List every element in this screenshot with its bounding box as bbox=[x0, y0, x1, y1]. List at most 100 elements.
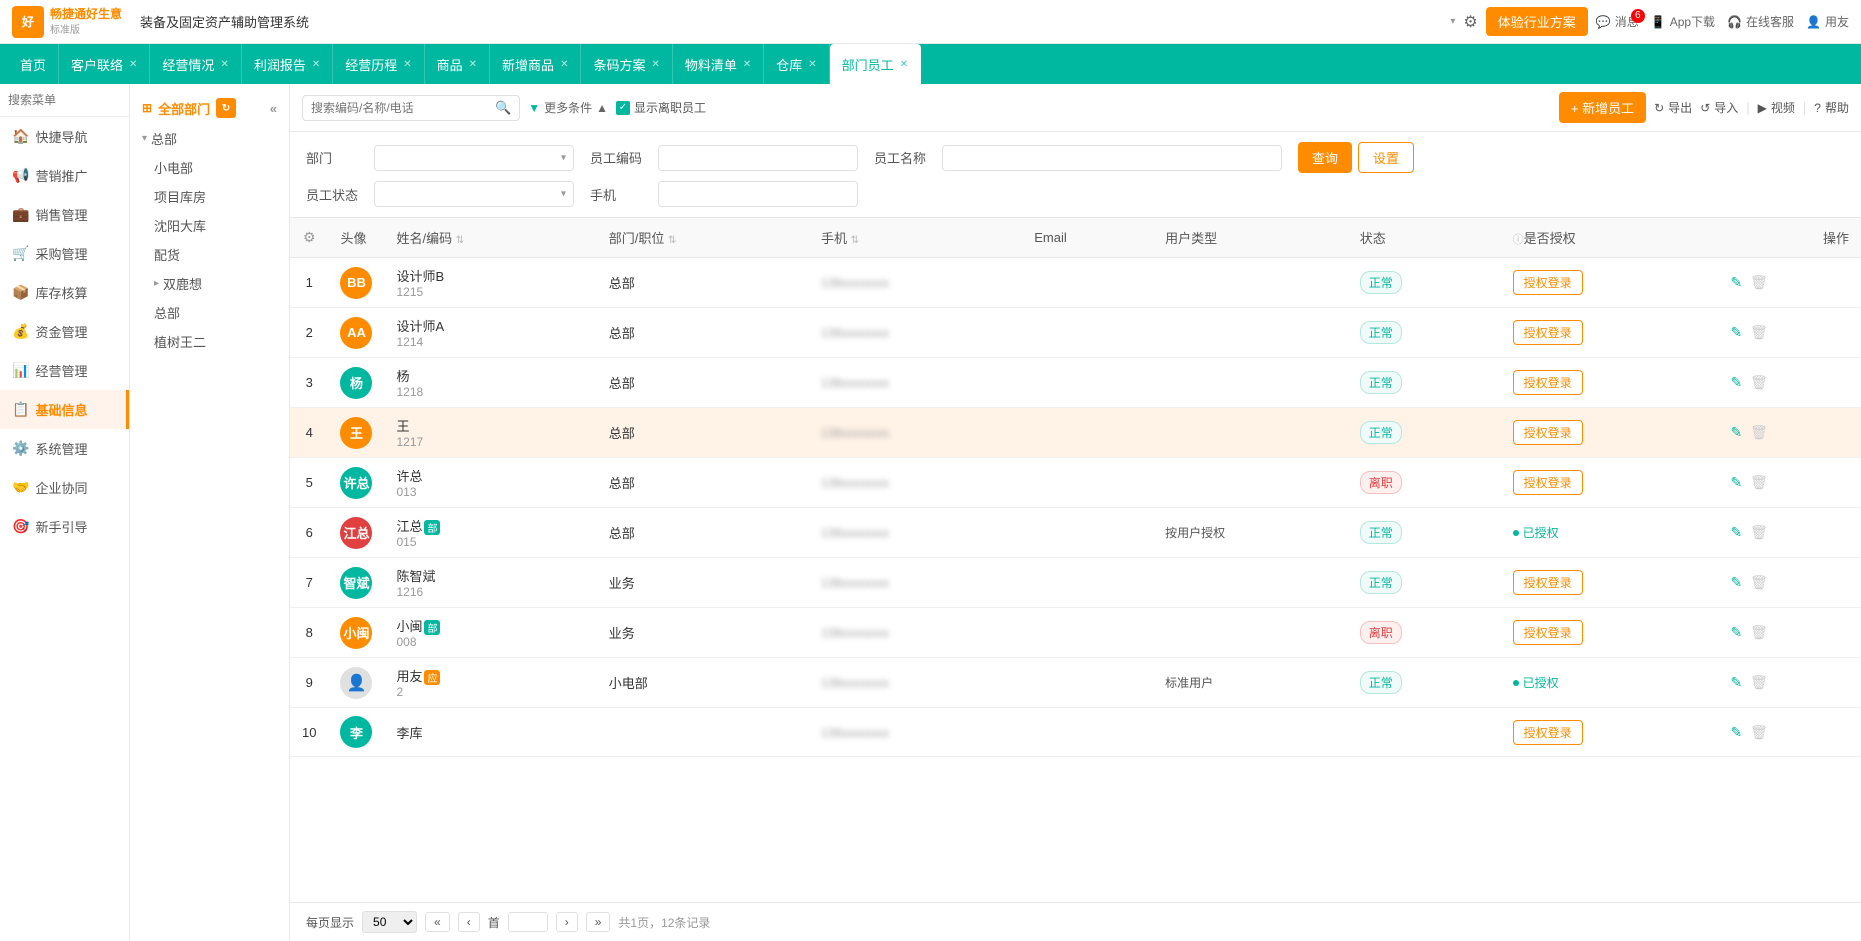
per-page-select[interactable]: 50 100 bbox=[362, 911, 417, 933]
tab-bom[interactable]: 物料清单✕ bbox=[673, 44, 764, 84]
emp-name-input[interactable] bbox=[942, 145, 1282, 171]
export-button[interactable]: ↻ 导出 bbox=[1654, 99, 1692, 116]
auth-login-button[interactable]: 授权登录 bbox=[1513, 570, 1583, 595]
auth-login-button[interactable]: 授权登录 bbox=[1513, 320, 1583, 345]
settings-col-header[interactable]: ⚙ bbox=[290, 218, 328, 258]
close-icon[interactable]: ✕ bbox=[403, 59, 411, 70]
auth-login-button[interactable]: 授权登录 bbox=[1513, 270, 1583, 295]
delete-button[interactable]: 🗑 bbox=[1750, 374, 1768, 391]
sidebar-item-collaboration[interactable]: 🤝企业协同 bbox=[0, 468, 129, 507]
sidebar-item-guide[interactable]: 🎯新手引导 bbox=[0, 507, 129, 546]
edit-button[interactable]: ✎ bbox=[1730, 324, 1742, 341]
close-icon[interactable]: ✕ bbox=[312, 59, 320, 70]
auth-login-button[interactable]: 授权登录 bbox=[1513, 370, 1583, 395]
tab-operations[interactable]: 经营情况✕ bbox=[150, 44, 241, 84]
sidebar-item-marketing[interactable]: 📢营销推广 bbox=[0, 156, 129, 195]
more-filter-button[interactable]: ▼ 更多条件 ▲ bbox=[528, 99, 608, 116]
dept-node-xiangmu[interactable]: 项目库房 bbox=[130, 182, 289, 211]
delete-button[interactable]: 🗑 bbox=[1750, 624, 1768, 641]
view-button[interactable]: ▶ 视频 bbox=[1758, 99, 1795, 116]
delete-button[interactable]: 🗑 bbox=[1750, 424, 1768, 441]
settings-icon[interactable]: ⚙ bbox=[303, 229, 316, 245]
name-col-header[interactable]: 姓名/编码 ⇅ bbox=[384, 218, 596, 258]
auth-login-button[interactable]: 授权登录 bbox=[1513, 420, 1583, 445]
sidebar-search-input[interactable] bbox=[8, 93, 130, 107]
sidebar-item-inventory[interactable]: 📦库存核算 bbox=[0, 273, 129, 312]
tab-goods[interactable]: 商品✕ bbox=[425, 44, 490, 84]
tab-dept-employee[interactable]: 部门员工✕ bbox=[830, 44, 921, 84]
delete-button[interactable]: 🗑 bbox=[1750, 274, 1768, 291]
dept-node-xiaodian[interactable]: 小电部 bbox=[130, 153, 289, 182]
sidebar-item-operations[interactable]: 📊经营管理 bbox=[0, 351, 129, 390]
auth-login-button[interactable]: 授权登录 bbox=[1513, 620, 1583, 645]
dept-node-peihuo[interactable]: 配货 bbox=[130, 240, 289, 269]
message-button[interactable]: 💬 消息 6 bbox=[1596, 13, 1639, 30]
tab-profit[interactable]: 利润报告✕ bbox=[242, 44, 333, 84]
close-icon[interactable]: ✕ bbox=[469, 59, 477, 70]
tab-barcode[interactable]: 条码方案✕ bbox=[581, 44, 672, 84]
edit-button[interactable]: ✎ bbox=[1730, 574, 1742, 591]
close-icon[interactable]: ✕ bbox=[651, 59, 659, 70]
emp-status-select[interactable] bbox=[374, 181, 574, 207]
trial-button[interactable]: 体验行业方案 bbox=[1486, 7, 1588, 36]
edit-button[interactable]: ✎ bbox=[1730, 724, 1742, 741]
sidebar-item-quick-nav[interactable]: 🏠快捷导航 bbox=[0, 117, 129, 156]
edit-button[interactable]: ✎ bbox=[1730, 674, 1742, 691]
sidebar-item-purchase[interactable]: 🛒采购管理 bbox=[0, 234, 129, 273]
sys-title-chevron-icon[interactable]: ▾ bbox=[1450, 16, 1455, 27]
user-button[interactable]: 👤 用友 bbox=[1806, 13, 1849, 30]
tab-customer[interactable]: 客户联络✕ bbox=[59, 44, 150, 84]
settings-button[interactable]: ⚙ bbox=[1463, 12, 1477, 32]
auth-login-button[interactable]: 授权登录 bbox=[1513, 720, 1583, 745]
online-service-button[interactable]: 🎧 在线客服 bbox=[1727, 13, 1794, 30]
emp-code-input[interactable] bbox=[658, 145, 858, 171]
set-button[interactable]: 设置 bbox=[1358, 142, 1414, 173]
show-resigned-toggle[interactable]: ✓ 显示离职员工 bbox=[616, 99, 706, 116]
dept-node-zongbu[interactable]: ▾ 总部 bbox=[130, 124, 289, 153]
close-icon[interactable]: ✕ bbox=[560, 59, 568, 70]
delete-button[interactable]: 🗑 bbox=[1750, 324, 1768, 341]
query-button[interactable]: 查询 bbox=[1298, 142, 1352, 173]
delete-button[interactable]: 🗑 bbox=[1750, 724, 1768, 741]
edit-button[interactable]: ✎ bbox=[1730, 274, 1742, 291]
dept-node-zongbu2[interactable]: 总部 bbox=[130, 298, 289, 327]
dept-node-zhishu[interactable]: 植树王二 bbox=[130, 327, 289, 356]
dept-node-shuanglu[interactable]: ▸ 双鹿想 bbox=[130, 269, 289, 298]
delete-button[interactable]: 🗑 bbox=[1750, 474, 1768, 491]
phone-col-header[interactable]: 手机 ⇅ bbox=[809, 218, 1022, 258]
delete-button[interactable]: 🗑 bbox=[1750, 674, 1768, 691]
dept-refresh-button[interactable]: ↻ bbox=[216, 98, 236, 118]
close-icon[interactable]: ✕ bbox=[743, 59, 751, 70]
close-icon[interactable]: ✕ bbox=[900, 59, 908, 70]
dept-select[interactable] bbox=[374, 145, 574, 171]
edit-button[interactable]: ✎ bbox=[1730, 474, 1742, 491]
help-button[interactable]: ? 帮助 bbox=[1814, 99, 1849, 116]
sidebar-item-sales[interactable]: 💼销售管理 bbox=[0, 195, 129, 234]
dept-col-header[interactable]: 部门/职位 ⇅ bbox=[597, 218, 809, 258]
search-input[interactable] bbox=[311, 101, 491, 115]
tab-home[interactable]: 首页 bbox=[8, 44, 59, 84]
close-icon[interactable]: ✕ bbox=[220, 59, 228, 70]
auth-login-button[interactable]: 授权登录 bbox=[1513, 470, 1583, 495]
dept-collapse-button[interactable]: « bbox=[270, 101, 277, 116]
add-employee-button[interactable]: + 新增员工 bbox=[1559, 92, 1646, 123]
close-icon[interactable]: ✕ bbox=[129, 59, 137, 70]
resigned-checkbox[interactable]: ✓ bbox=[616, 101, 630, 115]
edit-button[interactable]: ✎ bbox=[1730, 424, 1742, 441]
tab-history[interactable]: 经营历程✕ bbox=[333, 44, 424, 84]
tab-new-goods[interactable]: 新增商品✕ bbox=[490, 44, 581, 84]
import-button[interactable]: ↺ 导入 bbox=[1700, 99, 1738, 116]
current-page-input[interactable]: 1 bbox=[508, 912, 548, 932]
edit-button[interactable]: ✎ bbox=[1730, 524, 1742, 541]
app-download-button[interactable]: 📱 App下载 bbox=[1651, 13, 1715, 30]
delete-button[interactable]: 🗑 bbox=[1750, 524, 1768, 541]
sidebar-item-system[interactable]: ⚙️系统管理 bbox=[0, 429, 129, 468]
dept-node-shenyang[interactable]: 沈阳大库 bbox=[130, 211, 289, 240]
first-page-button[interactable]: « bbox=[425, 912, 450, 932]
prev-page-button[interactable]: ‹ bbox=[458, 912, 480, 932]
next-page-button[interactable]: › bbox=[556, 912, 578, 932]
sidebar-item-finance[interactable]: 💰资金管理 bbox=[0, 312, 129, 351]
edit-button[interactable]: ✎ bbox=[1730, 374, 1742, 391]
close-icon[interactable]: ✕ bbox=[808, 59, 816, 70]
sidebar-item-basic-info[interactable]: 📋基础信息 bbox=[0, 390, 129, 429]
